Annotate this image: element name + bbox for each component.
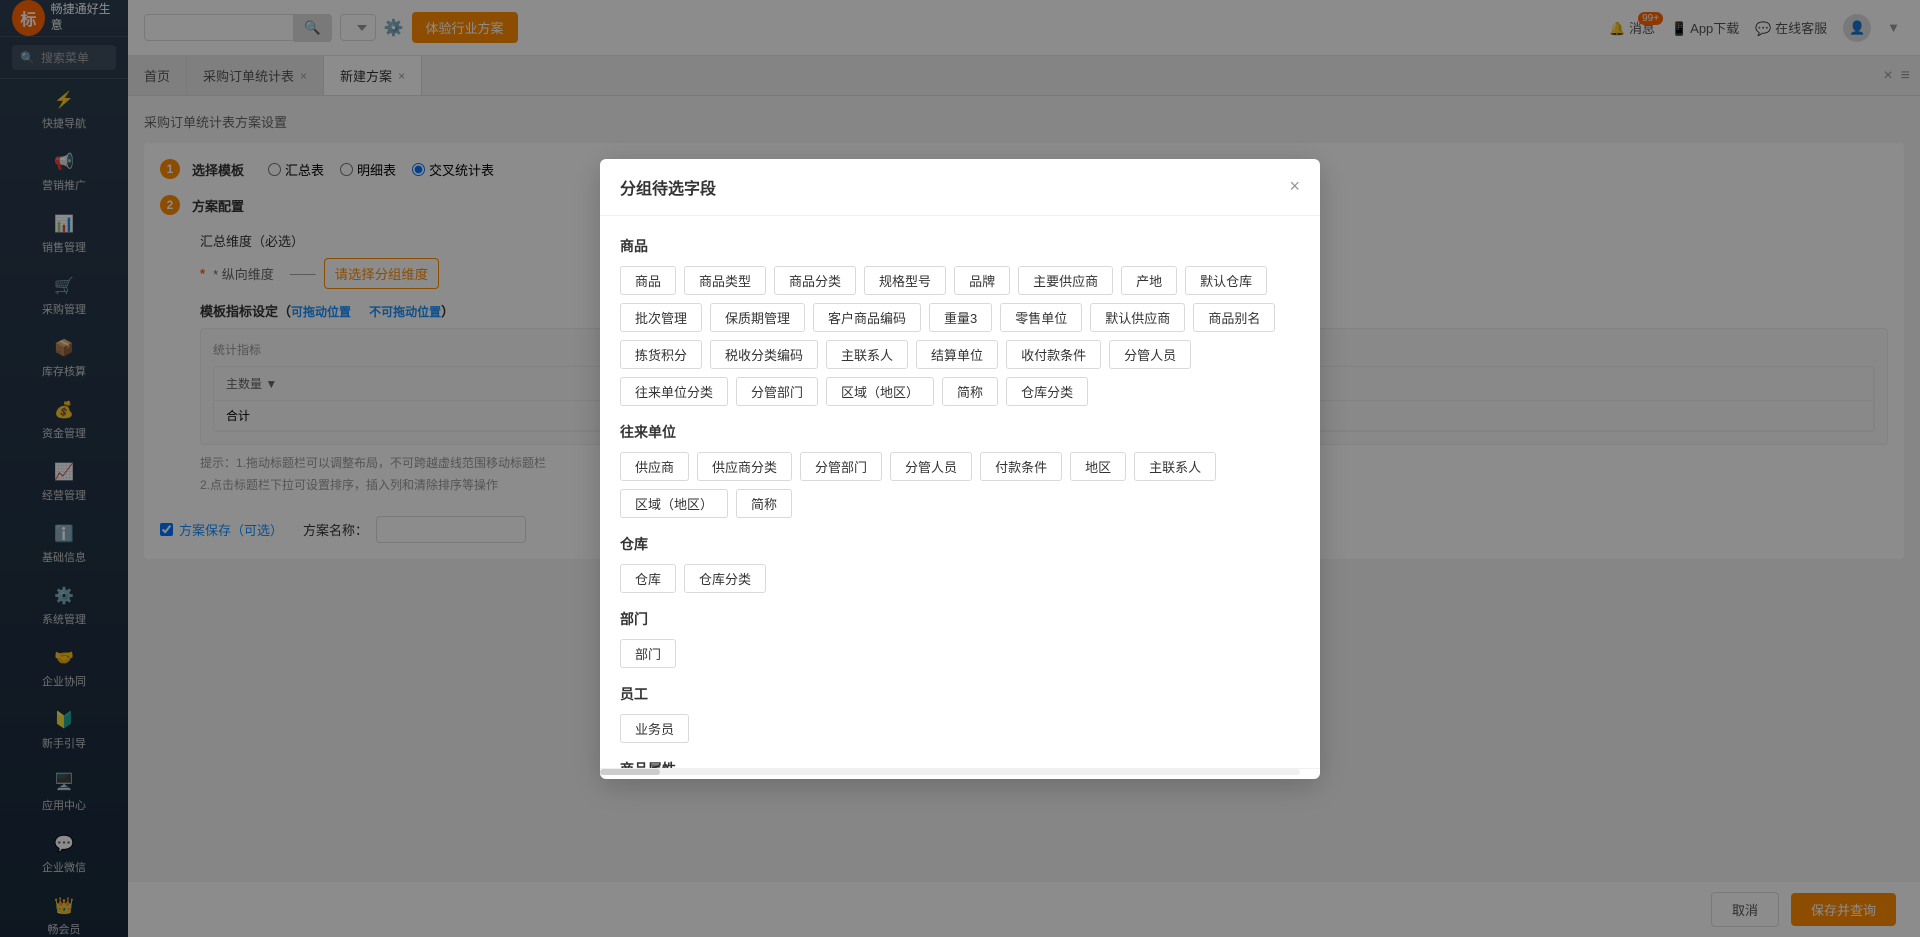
field-chip-0-3[interactable]: 规格型号 — [864, 266, 946, 295]
field-chip-0-8[interactable]: 批次管理 — [620, 303, 702, 332]
field-chip-0-16[interactable]: 税收分类编码 — [710, 340, 818, 369]
field-chip-2-0[interactable]: 仓库 — [620, 564, 676, 593]
modal-header: 分组待选字段 × — [600, 159, 1320, 216]
field-grid-4: 业务员 — [620, 714, 1300, 743]
field-chip-1-3[interactable]: 分管人员 — [890, 452, 972, 481]
modal-close-button[interactable]: × — [1289, 176, 1300, 197]
field-grid-1: 供应商供应商分类分管部门分管人员付款条件地区主联系人区域（地区） 简称 — [620, 452, 1300, 518]
field-chip-1-4[interactable]: 付款条件 — [980, 452, 1062, 481]
field-chip-0-0[interactable]: 商品 — [620, 266, 676, 295]
modal-horizontal-scroll[interactable] — [600, 768, 1320, 779]
field-chip-0-4[interactable]: 品牌 — [954, 266, 1010, 295]
modal-title: 分组待选字段 — [620, 175, 716, 199]
field-chip-1-1[interactable]: 供应商分类 — [697, 452, 792, 481]
modal-section-label-0: 商品 — [620, 236, 1300, 256]
field-chip-0-11[interactable]: 重量3 — [929, 303, 992, 332]
field-chip-0-6[interactable]: 产地 — [1121, 266, 1177, 295]
modal-section-label-4: 员工 — [620, 684, 1300, 704]
field-chip-0-12[interactable]: 零售单位 — [1000, 303, 1082, 332]
field-chip-0-14[interactable]: 商品别名 — [1193, 303, 1275, 332]
scroll-thumb-h — [600, 769, 660, 775]
modal-section-label-5: 商品属性 — [620, 759, 1300, 768]
field-grid-0: 商品商品类型商品分类规格型号品牌主要供应商产地默认仓库批次管理保质期管理客户商品… — [620, 266, 1300, 406]
field-chip-4-0[interactable]: 业务员 — [620, 714, 689, 743]
modal-section-label-3: 部门 — [620, 609, 1300, 629]
modal: 分组待选字段 × 商品商品商品类型商品分类规格型号品牌主要供应商产地默认仓库批次… — [600, 159, 1320, 779]
field-chip-0-9[interactable]: 保质期管理 — [710, 303, 805, 332]
field-chip-1-0[interactable]: 供应商 — [620, 452, 689, 481]
field-chip-0-17[interactable]: 主联系人 — [826, 340, 908, 369]
field-chip-0-1[interactable]: 商品类型 — [684, 266, 766, 295]
field-chip-1-8[interactable]: 简称 — [736, 489, 792, 518]
modal-section-label-1: 往来单位 — [620, 422, 1300, 442]
field-chip-1-5[interactable]: 地区 — [1070, 452, 1126, 481]
field-chip-1-6[interactable]: 主联系人 — [1134, 452, 1216, 481]
scroll-track-h — [600, 769, 1300, 775]
field-chip-0-23[interactable]: 区域（地区） — [826, 377, 934, 406]
field-chip-0-15[interactable]: 拣货积分 — [620, 340, 702, 369]
field-chip-2-1[interactable]: 仓库分类 — [684, 564, 766, 593]
field-chip-0-13[interactable]: 默认供应商 — [1090, 303, 1185, 332]
modal-section-label-2: 仓库 — [620, 534, 1300, 554]
field-chip-0-10[interactable]: 客户商品编码 — [813, 303, 921, 332]
modal-body: 商品商品商品类型商品分类规格型号品牌主要供应商产地默认仓库批次管理保质期管理客户… — [600, 216, 1320, 768]
field-chip-0-7[interactable]: 默认仓库 — [1185, 266, 1267, 295]
field-chip-0-20[interactable]: 分管人员 — [1109, 340, 1191, 369]
field-chip-0-22[interactable]: 分管部门 — [736, 377, 818, 406]
field-chip-0-18[interactable]: 结算单位 — [916, 340, 998, 369]
field-chip-0-25[interactable]: 仓库分类 — [1006, 377, 1088, 406]
field-grid-3: 部门 — [620, 639, 1300, 668]
field-chip-0-5[interactable]: 主要供应商 — [1018, 266, 1113, 295]
field-grid-2: 仓库仓库分类 — [620, 564, 1300, 593]
field-chip-0-19[interactable]: 收付款条件 — [1006, 340, 1101, 369]
field-chip-3-0[interactable]: 部门 — [620, 639, 676, 668]
field-chip-0-21[interactable]: 往来单位分类 — [620, 377, 728, 406]
field-chip-1-7[interactable]: 区域（地区） — [620, 489, 728, 518]
field-chip-0-2[interactable]: 商品分类 — [774, 266, 856, 295]
field-chip-0-24[interactable]: 简称 — [942, 377, 998, 406]
modal-overlay: 分组待选字段 × 商品商品商品类型商品分类规格型号品牌主要供应商产地默认仓库批次… — [0, 0, 1920, 937]
field-chip-1-2[interactable]: 分管部门 — [800, 452, 882, 481]
